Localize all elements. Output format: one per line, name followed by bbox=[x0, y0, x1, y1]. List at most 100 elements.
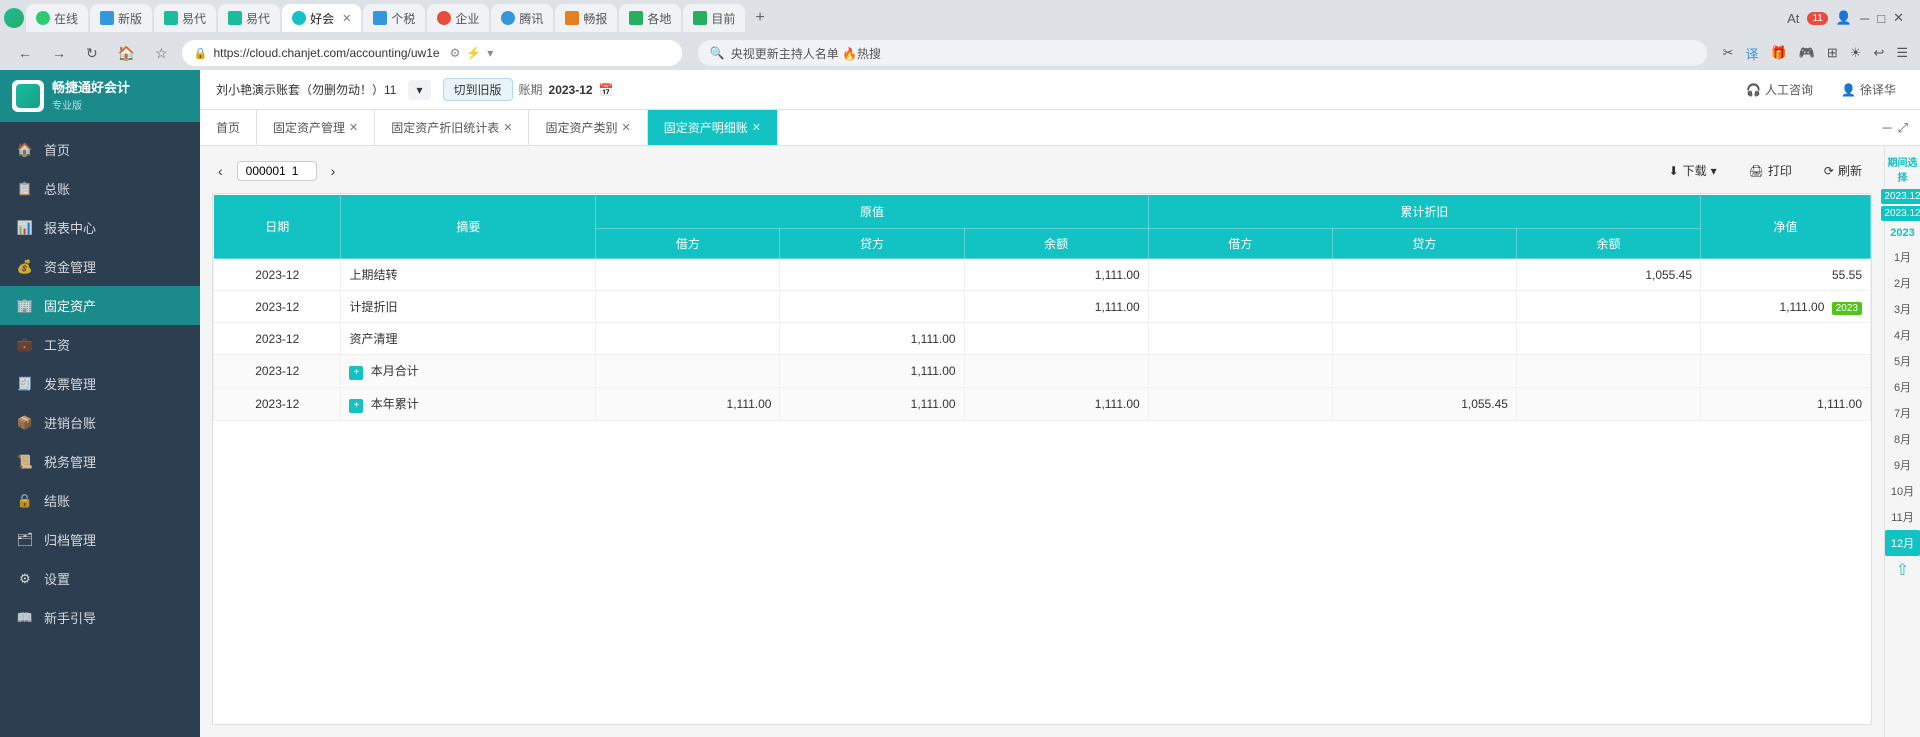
sidebar-item-home[interactable]: 🏠 首页 bbox=[0, 130, 200, 169]
month-9[interactable]: 9月 bbox=[1885, 452, 1920, 478]
month-4[interactable]: 4月 bbox=[1885, 322, 1920, 348]
browser-tab-new[interactable]: 新版 bbox=[90, 4, 152, 32]
menu-icon[interactable]: ☰ bbox=[1896, 45, 1908, 61]
home-icon: 🏠 bbox=[16, 141, 34, 159]
forward-button[interactable]: → bbox=[46, 43, 72, 63]
home-button[interactable]: 🏠 bbox=[112, 43, 141, 64]
month-12[interactable]: 12月 bbox=[1885, 530, 1920, 556]
sidebar-item-asset[interactable]: 🏢 固定资产 bbox=[0, 286, 200, 325]
refresh-button[interactable]: ⟳ 刷新 bbox=[1814, 158, 1872, 183]
download-button[interactable]: ⬇ 下载 ▾ bbox=[1659, 158, 1727, 183]
sidebar-item-invoice[interactable]: 🧾 发票管理 bbox=[0, 364, 200, 403]
sidebar-item-archive[interactable]: 🗂 归档管理 bbox=[0, 520, 200, 559]
month-8[interactable]: 8月 bbox=[1885, 426, 1920, 452]
browser-tab-muqian[interactable]: 目前 bbox=[683, 4, 745, 32]
sidebar-item-close-account[interactable]: 🔒 结账 bbox=[0, 481, 200, 520]
next-page-button[interactable]: › bbox=[325, 161, 342, 181]
month-10[interactable]: 10月 bbox=[1885, 478, 1920, 504]
page-tab-depreciation[interactable]: 固定资产折旧统计表 ✕ bbox=[375, 110, 529, 145]
browser-tab-online[interactable]: 在线 bbox=[26, 4, 88, 32]
month-6[interactable]: 6月 bbox=[1885, 374, 1920, 400]
browser-tab-tencent[interactable]: 腾讯 bbox=[491, 4, 553, 32]
window-btn-profile[interactable]: 👤 bbox=[1836, 10, 1852, 26]
browser-tab-qiye[interactable]: 企业 bbox=[427, 4, 489, 32]
sidebar-item-report[interactable]: 📊 报表中心 bbox=[0, 208, 200, 247]
page-tab-category[interactable]: 固定资产类别 ✕ bbox=[529, 110, 647, 145]
row5-net-value: 1,111.00 bbox=[1701, 388, 1871, 421]
tab-label-yidai2: 易代 bbox=[246, 10, 270, 27]
col-orig-debit: 借方 bbox=[596, 229, 780, 259]
page-tab-home[interactable]: 首页 bbox=[200, 110, 257, 145]
print-button[interactable]: 🖨 打印 bbox=[1739, 158, 1802, 183]
new-tab-button[interactable]: + bbox=[747, 5, 772, 31]
page-tab-depreciation-label: 固定资产折旧统计表 bbox=[391, 119, 499, 136]
row2-acc-balance bbox=[1516, 291, 1700, 323]
prev-page-button[interactable]: ‹ bbox=[212, 161, 229, 181]
window-btn-maximize[interactable]: □ bbox=[1877, 11, 1885, 26]
month-1[interactable]: 1月 bbox=[1885, 244, 1920, 270]
month-11[interactable]: 11月 bbox=[1885, 504, 1920, 530]
back-button[interactable]: ← bbox=[12, 43, 38, 63]
month-3[interactable]: 3月 bbox=[1885, 296, 1920, 322]
page-code-input[interactable]: 000001 1 bbox=[237, 161, 317, 181]
page-tab-detail-close[interactable]: ✕ bbox=[752, 121, 761, 134]
sidebar-item-guide[interactable]: 📖 新手引导 bbox=[0, 598, 200, 637]
undo-icon[interactable]: ↩ bbox=[1873, 45, 1884, 61]
selected-date-end[interactable]: 2023.12 bbox=[1881, 206, 1920, 221]
col-net-value: 净值 bbox=[1701, 195, 1871, 259]
selected-date-start[interactable]: 2023.12 bbox=[1881, 189, 1920, 204]
browser-tab-geshui[interactable]: 个税 bbox=[363, 4, 425, 32]
bookmark-button[interactable]: ☆ bbox=[149, 43, 174, 64]
browser-tab-gedi[interactable]: 各地 bbox=[619, 4, 681, 32]
page-tab-depreciation-close[interactable]: ✕ bbox=[503, 121, 512, 134]
tab-window-controls: ─ ⤢ bbox=[1870, 120, 1920, 136]
window-btn-minimize[interactable]: ─ bbox=[1860, 11, 1869, 26]
tab-label-chang: 畅报 bbox=[583, 10, 607, 27]
browser-tab-yidai2[interactable]: 易代 bbox=[218, 4, 280, 32]
sidebar-item-trade[interactable]: 📦 进销台账 bbox=[0, 403, 200, 442]
url-input-box[interactable]: 🔒 https://cloud.chanjet.com/accounting/u… bbox=[182, 40, 682, 66]
switch-version-button[interactable]: 切到旧版 bbox=[443, 78, 513, 101]
grid-icon[interactable]: ⊞ bbox=[1827, 45, 1838, 61]
tab-close-haokuai[interactable]: ✕ bbox=[342, 12, 351, 25]
refresh-button[interactable]: ↻ bbox=[80, 43, 104, 64]
browser-tab-haokuai[interactable]: 好会 ✕ bbox=[282, 4, 361, 32]
tab-icon-online bbox=[36, 11, 50, 25]
col-date: 日期 bbox=[214, 195, 341, 259]
reward-icon[interactable]: 🎁 bbox=[1771, 45, 1787, 61]
sidebar-item-ledger[interactable]: 📋 总账 bbox=[0, 169, 200, 208]
help-button[interactable]: 🎧 人工咨询 bbox=[1738, 78, 1821, 101]
sun-icon[interactable]: ☀ bbox=[1850, 45, 1862, 61]
month-5[interactable]: 5月 bbox=[1885, 348, 1920, 374]
right-panel-expand-icon[interactable]: ⇧ bbox=[1896, 560, 1909, 580]
scissors-icon[interactable]: ✂ bbox=[1723, 45, 1734, 61]
month-7[interactable]: 7月 bbox=[1885, 400, 1920, 426]
translate-icon[interactable]: 译 bbox=[1745, 44, 1758, 63]
settings-icon: ⚙ bbox=[16, 570, 34, 588]
url-dropdown-icon[interactable]: ▾ bbox=[487, 46, 493, 60]
sidebar-item-capital[interactable]: 💰 资金管理 bbox=[0, 247, 200, 286]
sidebar-item-settings[interactable]: ⚙ 设置 bbox=[0, 559, 200, 598]
user-profile-button[interactable]: 👤 徐译华 bbox=[1833, 78, 1904, 101]
sidebar-label-close-account: 结账 bbox=[44, 491, 70, 510]
tab-label-haokuai: 好会 bbox=[310, 10, 334, 27]
window-expand-btn[interactable]: ⤢ bbox=[1898, 120, 1908, 136]
month-2[interactable]: 2月 bbox=[1885, 270, 1920, 296]
gamepad-icon[interactable]: 🎮 bbox=[1799, 45, 1815, 61]
browser-tab-chang[interactable]: 畅报 bbox=[555, 4, 617, 32]
col-acc-balance: 余额 bbox=[1516, 229, 1700, 259]
page-tab-asset-mgmt[interactable]: 固定资产管理 ✕ bbox=[257, 110, 375, 145]
calendar-icon[interactable]: 📅 bbox=[599, 83, 614, 97]
sidebar-label-invoice: 发票管理 bbox=[44, 374, 96, 393]
page-tab-asset-mgmt-close[interactable]: ✕ bbox=[349, 121, 358, 134]
page-tab-detail[interactable]: 固定资产明细账 ✕ bbox=[648, 110, 778, 145]
window-minimize-btn[interactable]: ─ bbox=[1882, 120, 1891, 135]
sidebar-item-tax[interactable]: 📜 税务管理 bbox=[0, 442, 200, 481]
account-selector[interactable]: ▾ bbox=[408, 80, 430, 100]
window-btn-close[interactable]: ✕ bbox=[1893, 10, 1904, 26]
page-tab-category-close[interactable]: ✕ bbox=[622, 121, 631, 134]
sidebar-item-salary[interactable]: 💼 工资 bbox=[0, 325, 200, 364]
browser-tab-yidai1[interactable]: 易代 bbox=[154, 4, 216, 32]
window-controls: At 11 👤 ─ □ ✕ bbox=[1775, 10, 1916, 26]
search-input-box[interactable]: 🔍 央视更新主持人名单 🔥热搜 bbox=[698, 40, 1707, 66]
